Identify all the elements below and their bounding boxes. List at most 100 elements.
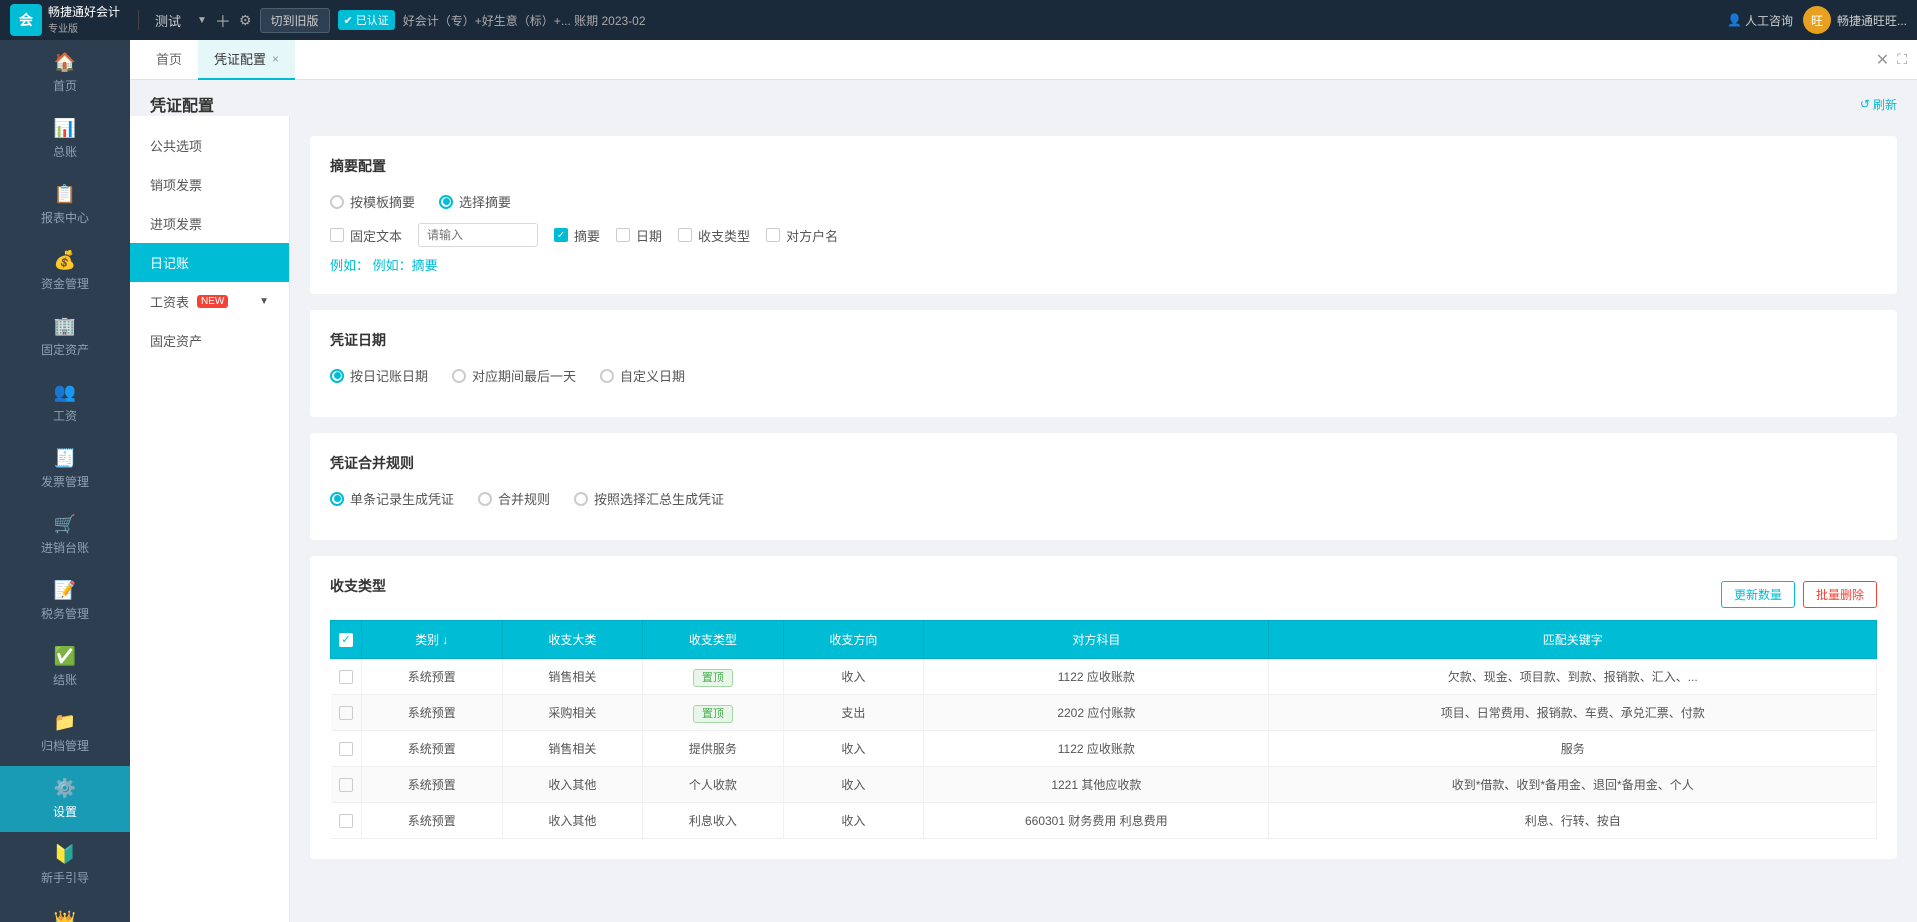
type-tag: 置顶 — [693, 669, 733, 687]
radio-custom-date[interactable]: 自定义日期 — [600, 366, 685, 385]
checkbox-date[interactable]: 日期 — [616, 226, 662, 245]
checkbox-summary[interactable]: ✓ 摘要 — [554, 226, 600, 245]
row-checkbox[interactable] — [339, 670, 353, 684]
row-checkbox[interactable] — [339, 706, 353, 720]
user-area: 旺 畅捷通旺旺... — [1803, 6, 1907, 34]
td-category: 系统预置 — [362, 695, 503, 731]
table-row: 系统预置采购相关置顶支出2202 应付账款项目、日常费用、报销款、车费、承兑汇票… — [331, 695, 1877, 731]
radio-merge-rule[interactable]: 合并规则 — [478, 489, 550, 508]
table-header-row: 收支类型 更新数量 批量删除 — [330, 576, 1877, 612]
td-keywords: 服务 — [1269, 731, 1877, 767]
tab-close-icon[interactable]: × — [272, 52, 279, 66]
left-nav-fixed-asset[interactable]: 固定资产 — [130, 321, 289, 360]
left-nav-public[interactable]: 公共选项 — [130, 126, 289, 165]
radio-select-summary[interactable]: 选择摘要 — [439, 192, 511, 211]
sidebar-item-settings[interactable]: ⚙️ 设置 — [0, 766, 130, 832]
tab-home[interactable]: 首页 — [140, 40, 198, 80]
window-expand-icon[interactable]: ⛶ — [1897, 51, 1907, 68]
sidebar-item-fund[interactable]: 💰 资金管理 — [0, 238, 130, 304]
radio-circle-journal — [330, 369, 344, 383]
topbar-tab: 测试 — [147, 11, 189, 30]
radio-period-last-day[interactable]: 对应期间最后一天 — [452, 366, 576, 385]
archive-icon: 📁 — [54, 712, 76, 733]
tab-voucher-config[interactable]: 凭证配置 × — [198, 40, 295, 80]
type-tag: 置顶 — [693, 705, 733, 723]
td-account: 1122 应收账款 — [924, 731, 1269, 767]
row-checkbox[interactable] — [339, 778, 353, 792]
radio-single-record[interactable]: 单条记录生成凭证 — [330, 489, 454, 508]
left-nav-sales-invoice[interactable]: 销项发票 — [130, 165, 289, 204]
batch-delete-button[interactable]: 批量删除 — [1803, 581, 1877, 608]
left-nav-journal[interactable]: 日记账 — [130, 243, 289, 282]
table-row: 系统预置销售相关提供服务收入1122 应收账款服务 — [331, 731, 1877, 767]
sidebar-item-ledger[interactable]: 📊 总账 — [0, 106, 130, 172]
td-account: 2202 应付账款 — [924, 695, 1269, 731]
checkbox-row: 固定文本 ✓ 摘要 日期 收支类型 — [330, 223, 1877, 247]
sidebar-item-member[interactable]: 👑 畅会员 — [0, 898, 130, 922]
td-account: 1122 应收账款 — [924, 659, 1269, 695]
th-checkbox: ✓ — [331, 621, 362, 659]
table-row: 系统预置收入其他利息收入收入660301 财务费用 利息费用利息、行转、按自 — [331, 803, 1877, 839]
th-direction: 收支方向 — [783, 621, 924, 659]
sidebar-item-home[interactable]: 🏠 首页 — [0, 40, 130, 106]
topbar-gear-icon[interactable]: ⚙ — [239, 12, 252, 29]
fixed-text-input[interactable] — [418, 223, 538, 247]
td-direction: 收入 — [783, 731, 924, 767]
income-expense-title: 收支类型 — [330, 576, 386, 596]
left-nav: 公共选项 销项发票 进项发票 日记账 工资表 NEW ▼ 固定资产 — [130, 116, 290, 922]
td-major: 销售相关 — [502, 731, 643, 767]
checkbox-box-counterparty — [766, 228, 780, 242]
refresh-button[interactable]: ↺ 刷新 — [1860, 96, 1897, 113]
topbar-right: 👤 人工咨询 旺 畅捷通旺旺... — [1727, 6, 1907, 34]
sidebar-item-tax[interactable]: 📝 税务管理 — [0, 568, 130, 634]
purchase-icon: 🛒 — [54, 514, 76, 535]
radio-select-summary-gen[interactable]: 按照选择汇总生成凭证 — [574, 489, 724, 508]
td-keywords: 项目、日常费用、报销款、车费、承兑汇票、付款 — [1269, 695, 1877, 731]
sidebar-item-report[interactable]: 📋 报表中心 — [0, 172, 130, 238]
window-close-icon[interactable]: ✕ — [1876, 50, 1889, 70]
checkbox-box-date — [616, 228, 630, 242]
checkbox-payment-type[interactable]: 收支类型 — [678, 226, 750, 245]
tax-icon: 📝 — [54, 580, 76, 601]
sidebar-item-archive[interactable]: 📁 归档管理 — [0, 700, 130, 766]
table-head: ✓ 类别 ↓ 收支大类 收支类型 收支方向 对方科目 匹配关键字 — [331, 621, 1877, 659]
content-area: 首页 凭证配置 × ✕ ⛶ 凭证配置 ↺ 刷新 公共选项 — [130, 40, 1917, 922]
merge-radio-group: 单条记录生成凭证 合并规则 按照选择汇总生成凭证 — [330, 489, 1877, 508]
radio-circle-merge — [478, 492, 492, 506]
topbar: 会 畅捷通好会计 专业版 测试 ▼ ＋ ⚙ 切到旧版 ✔ 已认证 好会计（专）+… — [0, 0, 1917, 40]
sidebar-item-invoice[interactable]: 🧾 发票管理 — [0, 436, 130, 502]
topbar-add-icon[interactable]: ＋ — [215, 8, 231, 32]
sidebar-item-salary[interactable]: 👥 工资 — [0, 370, 130, 436]
date-radio-group: 按日记账日期 对应期间最后一天 自定义日期 — [330, 366, 1877, 385]
sidebar-item-purchase[interactable]: 🛒 进销台账 — [0, 502, 130, 568]
checkbox-counterparty[interactable]: 对方户名 — [766, 226, 838, 245]
left-nav-purchase-invoice[interactable]: 进项发票 — [130, 204, 289, 243]
sidebar-item-close[interactable]: ✅ 结账 — [0, 634, 130, 700]
th-major: 收支大类 — [502, 621, 643, 659]
income-expense-section: 收支类型 更新数量 批量删除 ✓ — [310, 556, 1897, 859]
row-checkbox[interactable] — [339, 742, 353, 756]
sidebar-item-asset[interactable]: 🏢 固定资产 — [0, 304, 130, 370]
td-direction: 支出 — [783, 695, 924, 731]
td-account: 660301 财务费用 利息费用 — [924, 803, 1269, 839]
topbar-tab-arrow[interactable]: ▼ — [197, 15, 207, 26]
radio-circle-select — [439, 195, 453, 209]
radio-template-summary[interactable]: 按模板摘要 — [330, 192, 415, 211]
checkbox-fixed-text[interactable]: 固定文本 — [330, 226, 402, 245]
merge-title: 凭证合并规则 — [330, 453, 1877, 473]
sidebar-item-guide[interactable]: 🔰 新手引导 — [0, 832, 130, 898]
tab-bar-right: ✕ ⛶ — [1876, 50, 1907, 70]
checkbox-box-summary: ✓ — [554, 228, 568, 242]
logo-text: 畅捷通好会计 — [48, 5, 120, 19]
row-checkbox[interactable] — [339, 814, 353, 828]
service-button[interactable]: 👤 人工咨询 — [1727, 12, 1793, 29]
left-nav-payroll[interactable]: 工资表 NEW ▼ — [130, 282, 289, 321]
page-content: 公共选项 销项发票 进项发票 日记账 工资表 NEW ▼ 固定资产 — [130, 116, 1917, 922]
date-title: 凭证日期 — [330, 330, 1877, 350]
select-all-checkbox[interactable]: ✓ — [339, 633, 353, 647]
fund-icon: 💰 — [54, 250, 76, 271]
switch-version-button[interactable]: 切到旧版 — [260, 8, 330, 33]
radio-journal-date[interactable]: 按日记账日期 — [330, 366, 428, 385]
update-quantity-button[interactable]: 更新数量 — [1721, 581, 1795, 608]
summary-radio-group: 按模板摘要 选择摘要 — [330, 192, 1877, 211]
